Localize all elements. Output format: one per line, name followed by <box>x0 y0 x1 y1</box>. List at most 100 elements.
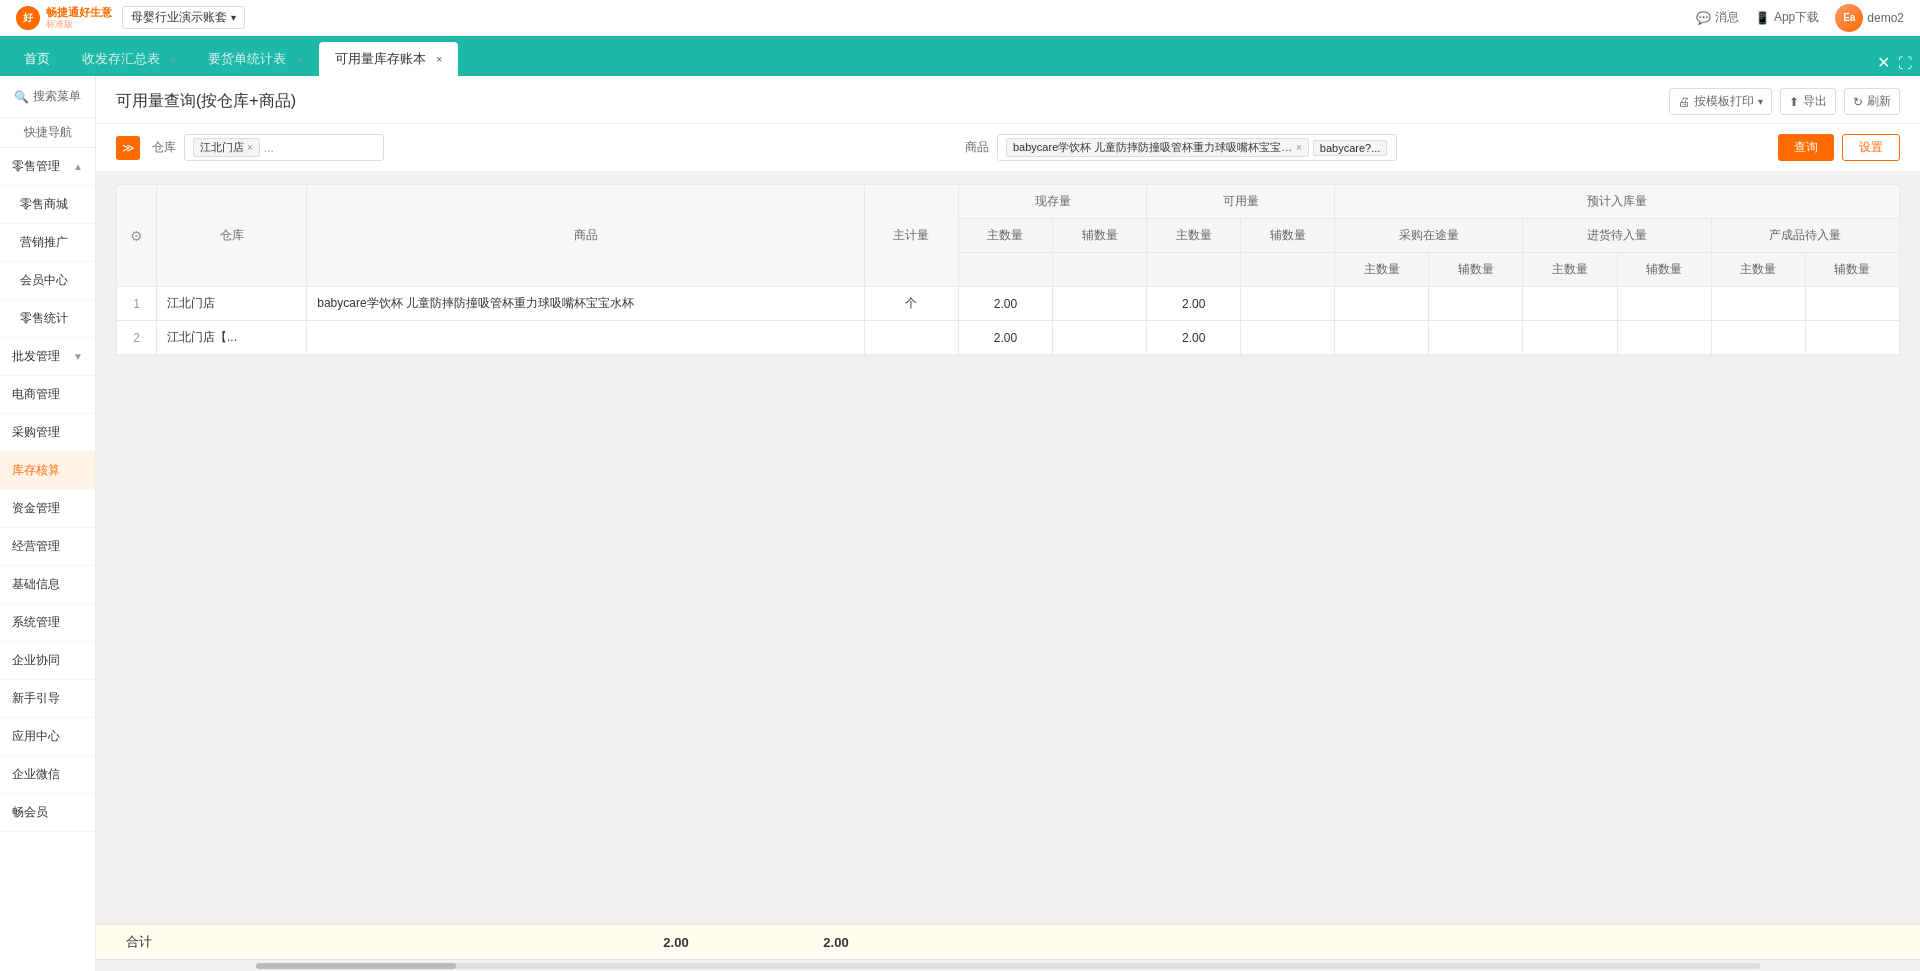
sidebar-search-area: 🔍 搜索菜单 <box>0 76 95 118</box>
page-title: 可用量查询(按仓库+商品) <box>116 91 296 112</box>
row-unit <box>864 321 958 355</box>
product-tag-close-0[interactable]: × <box>1296 142 1302 153</box>
row-current-main: 2.00 <box>958 287 1052 321</box>
sidebar-item-purchase[interactable]: 采购管理 <box>0 414 95 452</box>
sidebar-item-marketing[interactable]: 营销推广 <box>0 224 95 262</box>
table-container: 仓库 商品 主计量 现存量 可用量 预计入库量 主数量 辅数量 主数量 辅数量 … <box>96 172 1920 923</box>
product-tag-input[interactable]: babycare学饮杯 儿童防摔防撞吸管杯重力球吸嘴杯宝宝水杯 × babyca… <box>997 134 1397 161</box>
sidebar-item-base[interactable]: 基础信息 <box>0 566 95 604</box>
row-current-aux <box>1053 287 1147 321</box>
close-window-icon[interactable]: ✕ <box>1877 53 1890 72</box>
tab-receipts-close[interactable]: × <box>170 53 176 65</box>
th-planned-in: 预计入库量 <box>1335 185 1900 219</box>
warehouse-more-button[interactable]: ... <box>264 141 274 155</box>
row-purchase-in-aux <box>1617 321 1711 355</box>
page-header: 可用量查询(按仓库+商品) 🖨 按模板打印 ▾ ⬆ 导出 ↻ 刷新 <box>96 76 1920 124</box>
sidebar-item-enterprise[interactable]: 企业协同 <box>0 642 95 680</box>
sidebar-item-appstore[interactable]: 应用中心 <box>0 718 95 756</box>
tab-available-close[interactable]: × <box>436 53 442 65</box>
sidebar-item-newbie[interactable]: 新手引导 <box>0 680 95 718</box>
export-button[interactable]: ⬆ 导出 <box>1780 88 1836 115</box>
sidebar-item-wholesale[interactable]: 批发管理 ▼ <box>0 338 95 376</box>
maximize-icon[interactable]: ⛶ <box>1898 55 1912 71</box>
th-pi-main: 主数量 <box>1523 253 1617 287</box>
export-icon: ⬆ <box>1789 95 1799 109</box>
sidebar-item-retail[interactable]: 零售管理 ▲ <box>0 148 95 186</box>
app-download-button[interactable]: 📱 App下载 <box>1755 9 1819 26</box>
row-purchase-in-main <box>1523 287 1617 321</box>
row-production-aux <box>1805 287 1899 321</box>
nav-tabs: 首页 收发存汇总表 × 要货单统计表 × 可用量库存账本 × ✕ ⛶ <box>0 36 1920 76</box>
top-bar: 好 畅捷通好生意 标准版 母婴行业演示账套 ▾ 💬 消息 📱 App下载 Ea … <box>0 0 1920 36</box>
logo-icon: 好 <box>16 6 40 30</box>
footer-available-main: 2.00 <box>796 935 876 950</box>
th-current-aux: 辅数量 <box>1053 219 1147 253</box>
refresh-button[interactable]: ↻ 刷新 <box>1844 88 1900 115</box>
warehouse-tag-0: 江北门店 × <box>193 138 260 157</box>
warehouse-filter-group: 仓库 江北门店 × ... <box>152 134 953 161</box>
row-index: 1 <box>117 287 157 321</box>
tab-receipts[interactable]: 收发存汇总表 × <box>66 42 192 76</box>
row-current-aux <box>1053 321 1147 355</box>
data-table: 仓库 商品 主计量 现存量 可用量 预计入库量 主数量 辅数量 主数量 辅数量 … <box>116 184 1900 355</box>
row-product: babycare学饮杯 儿童防摔防撞吸管杯重力球吸嘴杯宝宝水杯 <box>307 287 865 321</box>
sidebar-item-ecommerce[interactable]: 电商管理 <box>0 376 95 414</box>
scrollbar-thumb[interactable] <box>256 963 456 969</box>
row-production-main <box>1711 321 1805 355</box>
sidebar-item-operations[interactable]: 经营管理 <box>0 528 95 566</box>
filter-actions: 查询 设置 <box>1778 134 1900 161</box>
th-purchase: 采购在途量 <box>1335 219 1523 253</box>
query-button[interactable]: 查询 <box>1778 134 1834 161</box>
gear-icon[interactable] <box>130 230 143 244</box>
row-unit: 个 <box>864 287 958 321</box>
footer-label: 合计 <box>116 933 276 951</box>
row-purchase-main <box>1335 321 1429 355</box>
settings-button[interactable]: 设置 <box>1842 134 1900 161</box>
row-current-main: 2.00 <box>958 321 1052 355</box>
sidebar-item-inventory[interactable]: 库存核算 <box>0 452 95 490</box>
row-index: 2 <box>117 321 157 355</box>
scrollbar-track <box>256 963 1760 969</box>
sidebar-item-retail-stats[interactable]: 零售统计 <box>0 300 95 338</box>
search-menu-button[interactable]: 🔍 搜索菜单 <box>8 84 87 109</box>
quick-nav-button[interactable]: 快捷导航 <box>0 118 95 148</box>
th-available-main: 主数量 <box>1147 219 1241 253</box>
th-unit: 主计量 <box>864 185 958 287</box>
sidebar-item-member[interactable]: 会员中心 <box>0 262 95 300</box>
th-pr-aux: 辅数量 <box>1805 253 1899 287</box>
warehouse-tag-close-0[interactable]: × <box>247 142 253 153</box>
industry-label: 母婴行业演示账套 <box>131 9 227 26</box>
sidebar-item-vip[interactable]: 畅会员 <box>0 794 95 832</box>
print-button[interactable]: 🖨 按模板打印 ▾ <box>1669 88 1772 115</box>
sidebar-item-wecom[interactable]: 企业微信 <box>0 756 95 794</box>
filter-toggle-button[interactable]: ≫ <box>116 136 140 160</box>
th-pu-main: 主数量 <box>1335 253 1429 287</box>
sidebar-item-system[interactable]: 系统管理 <box>0 604 95 642</box>
download-icon: 📱 <box>1755 11 1770 25</box>
sidebar-item-finance[interactable]: 资金管理 <box>0 490 95 528</box>
chevron-up-icon: ▲ <box>73 161 83 172</box>
th-product: 商品 <box>307 185 865 287</box>
tab-home[interactable]: 首页 <box>8 42 66 76</box>
tab-orders-close[interactable]: × <box>296 53 302 65</box>
th-available: 可用量 <box>1147 185 1335 219</box>
tab-available[interactable]: 可用量库存账本 × <box>319 42 458 76</box>
sidebar-item-retail-store[interactable]: 零售商城 <box>0 186 95 224</box>
logo-area: 好 畅捷通好生意 标准版 <box>16 6 112 30</box>
footer-current-main: 2.00 <box>636 935 716 950</box>
page-header-actions: 🖨 按模板打印 ▾ ⬆ 导出 ↻ 刷新 <box>1669 88 1900 115</box>
th-available-aux: 辅数量 <box>1241 219 1335 253</box>
th-purchase-in: 进货待入量 <box>1523 219 1711 253</box>
warehouse-tag-input[interactable]: 江北门店 × ... <box>184 134 384 161</box>
search-icon: 🔍 <box>14 90 29 104</box>
warehouse-label: 仓库 <box>152 139 176 156</box>
product-tag-0: babycare学饮杯 儿童防摔防撞吸管杯重力球吸嘴杯宝宝水杯 × <box>1006 138 1309 157</box>
message-button[interactable]: 💬 消息 <box>1696 9 1739 26</box>
industry-selector[interactable]: 母婴行业演示账套 ▾ <box>122 6 245 29</box>
user-avatar-area[interactable]: Ea demo2 <box>1835 4 1904 32</box>
table-row: 2 江北门店【... 2.00 2.00 <box>117 321 1900 355</box>
th-pu-aux: 辅数量 <box>1429 253 1523 287</box>
tab-orders[interactable]: 要货单统计表 × <box>192 42 318 76</box>
product-filter-group: 商品 babycare学饮杯 儿童防摔防撞吸管杯重力球吸嘴杯宝宝水杯 × bab… <box>965 134 1766 161</box>
row-warehouse: 江北门店【... <box>157 321 307 355</box>
